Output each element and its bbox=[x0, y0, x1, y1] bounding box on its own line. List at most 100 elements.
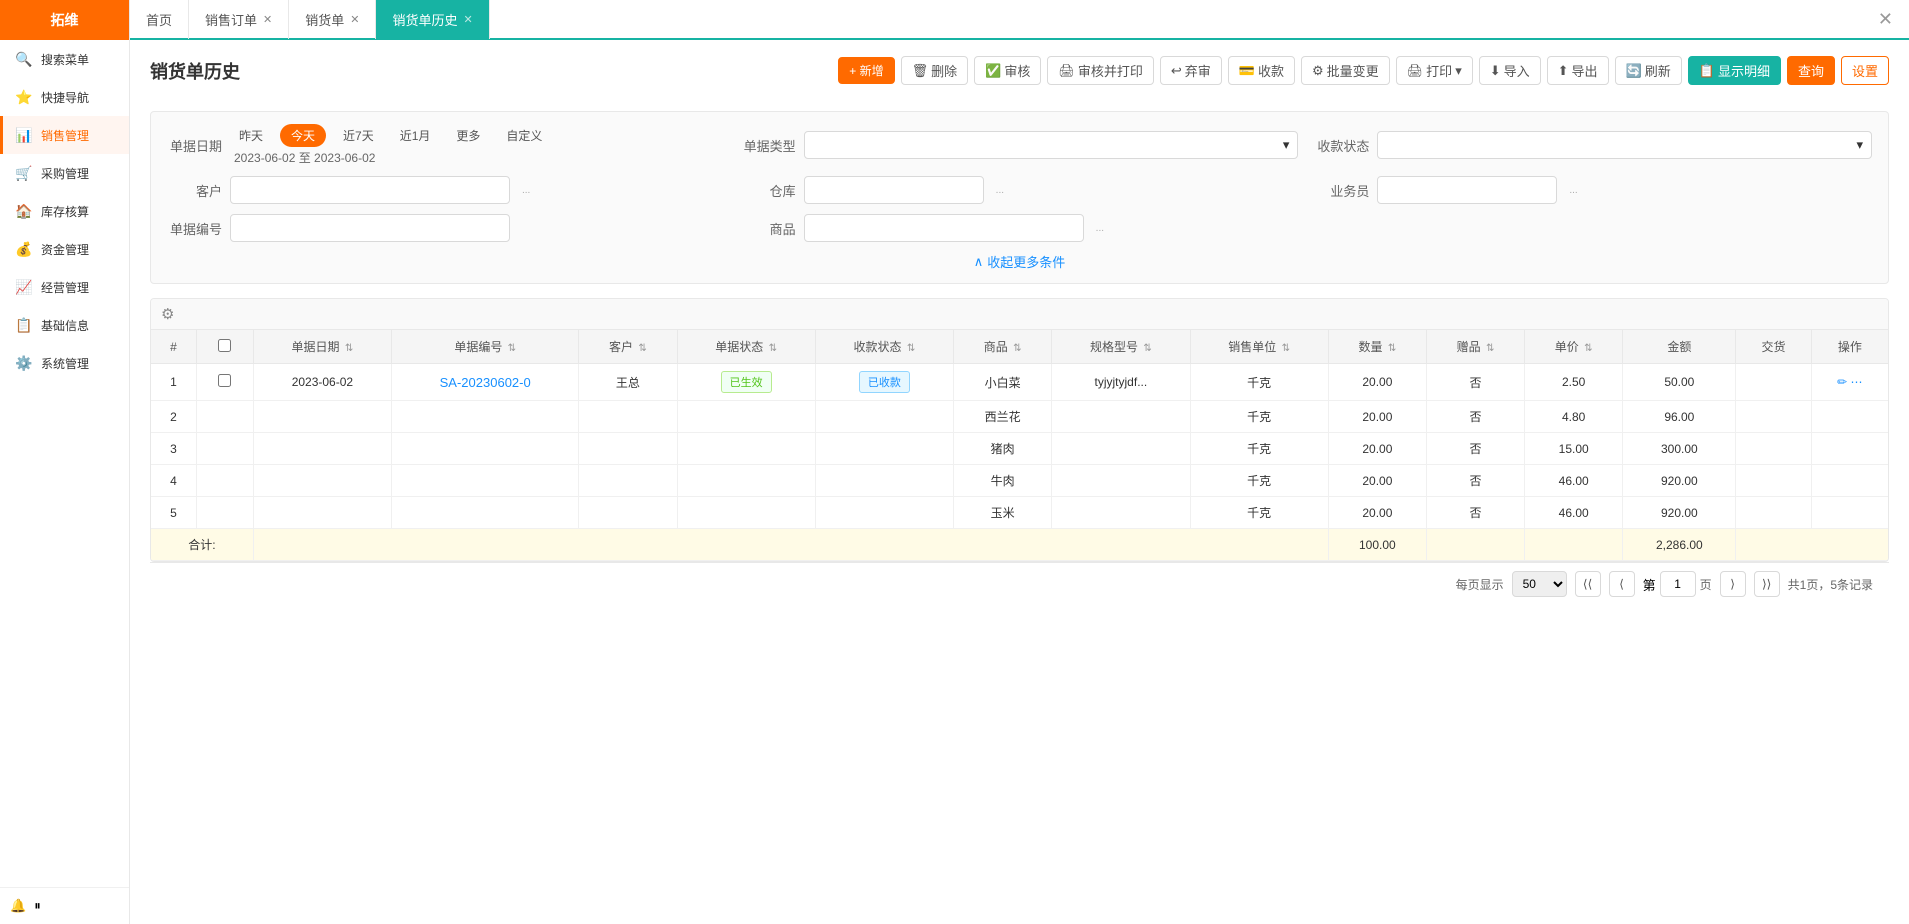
date-btn-7days[interactable]: 近7天 bbox=[334, 124, 383, 147]
pause-icon[interactable]: ⏸ bbox=[34, 898, 41, 914]
new-button[interactable]: + 新增 bbox=[838, 57, 894, 84]
sidebar-item-label: 资金管理 bbox=[41, 241, 89, 258]
tab-sales-order-close[interactable]: ✕ bbox=[263, 13, 272, 26]
tab-sales-order[interactable]: 销售订单 ✕ bbox=[189, 0, 289, 39]
sidebar: 拓维 🔍 搜索菜单 ⭐ 快捷导航 📊 销售管理 🛒 采购管理 🏠 库存核算 💰 … bbox=[0, 0, 130, 924]
date-btn-today[interactable]: 今天 bbox=[280, 124, 326, 147]
col-trade: 交货 bbox=[1736, 330, 1811, 364]
col-unit[interactable]: 销售单位 ⇅ bbox=[1190, 330, 1328, 364]
sidebar-item-search[interactable]: 🔍 搜索菜单 bbox=[0, 40, 129, 78]
cell-qty: 20.00 bbox=[1328, 401, 1426, 433]
staff-dots[interactable]: ... bbox=[1569, 185, 1577, 196]
delete-icon: 🗑 bbox=[912, 63, 929, 79]
staff-input[interactable] bbox=[1377, 176, 1557, 204]
tab-home[interactable]: 首页 bbox=[130, 0, 189, 39]
sidebar-item-finance[interactable]: 💰 资金管理 bbox=[0, 230, 129, 268]
settings-button[interactable]: 设置 bbox=[1841, 56, 1889, 85]
per-page-select[interactable]: 50 10 20 100 bbox=[1512, 571, 1567, 597]
notification-icon[interactable]: 🔔 bbox=[10, 898, 26, 914]
batch-change-button[interactable]: ⚙ 批量变更 bbox=[1301, 56, 1390, 85]
cell-doc-date bbox=[253, 401, 391, 433]
cart-icon: 🛒 bbox=[15, 164, 33, 182]
print-button[interactable]: 🖨 打印 ▾ bbox=[1396, 56, 1473, 85]
cell-checkbox bbox=[196, 364, 253, 401]
col-gift[interactable]: 赠品 ⇅ bbox=[1426, 330, 1524, 364]
abandon-icon: ↩ bbox=[1171, 63, 1182, 79]
cell-row-no: 3 bbox=[151, 433, 196, 465]
tab-sales-goods-close[interactable]: ✕ bbox=[350, 13, 359, 26]
page-input[interactable] bbox=[1660, 571, 1696, 597]
cell-unit: 千克 bbox=[1190, 364, 1328, 401]
col-doc-date[interactable]: 单据日期 ⇅ bbox=[253, 330, 391, 364]
sidebar-item-sales[interactable]: 📊 销售管理 bbox=[0, 116, 129, 154]
col-doc-status[interactable]: 单据状态 ⇅ bbox=[677, 330, 815, 364]
last-page-btn[interactable]: ⟩⟩ bbox=[1754, 571, 1780, 597]
collect-button[interactable]: 💳 收款 bbox=[1228, 56, 1295, 85]
display-button[interactable]: 📋 显示明细 bbox=[1688, 56, 1781, 85]
print-approve-button[interactable]: 🖨 审核并打印 bbox=[1047, 56, 1154, 85]
refresh-button[interactable]: 🔄 刷新 bbox=[1615, 56, 1682, 85]
sidebar-item-basic[interactable]: 📋 基础信息 bbox=[0, 306, 129, 344]
collapse-button[interactable]: ∧ 收起更多条件 bbox=[167, 252, 1872, 271]
tab-sales-history[interactable]: 销货单历史 ✕ bbox=[376, 0, 489, 39]
col-goods[interactable]: 商品 ⇅ bbox=[954, 330, 1052, 364]
export-button[interactable]: ⬆ 导出 bbox=[1547, 56, 1609, 85]
cell-qty: 20.00 bbox=[1328, 497, 1426, 529]
cell-pay-status: 已收款 bbox=[815, 364, 953, 401]
approve-button[interactable]: ✅ 审核 bbox=[974, 56, 1041, 85]
cell-trade bbox=[1736, 465, 1811, 497]
sidebar-item-operations[interactable]: 📈 经营管理 bbox=[0, 268, 129, 306]
doc-no-input[interactable] bbox=[230, 214, 510, 242]
sidebar-item-label: 采购管理 bbox=[41, 165, 89, 182]
goods-dots[interactable]: ... bbox=[1096, 223, 1104, 234]
col-price[interactable]: 单价 ⇅ bbox=[1525, 330, 1623, 364]
more-action[interactable]: ⋯ bbox=[1851, 375, 1863, 389]
col-qty[interactable]: 数量 ⇅ bbox=[1328, 330, 1426, 364]
sidebar-item-label: 基础信息 bbox=[41, 317, 89, 334]
customer-input[interactable] bbox=[230, 176, 510, 204]
sidebar-item-inventory[interactable]: 🏠 库存核算 bbox=[0, 192, 129, 230]
warehouse-dots[interactable]: ... bbox=[996, 185, 1004, 196]
warehouse-input[interactable] bbox=[804, 176, 984, 204]
abandon-button[interactable]: ↩ 弃审 bbox=[1160, 56, 1222, 85]
next-page-btn[interactable]: ⟩ bbox=[1720, 571, 1746, 597]
date-btn-yesterday[interactable]: 昨天 bbox=[230, 124, 272, 147]
tab-sales-goods[interactable]: 销货单 ✕ bbox=[289, 0, 376, 39]
cell-unit: 千克 bbox=[1190, 401, 1328, 433]
col-spec[interactable]: 规格型号 ⇅ bbox=[1052, 330, 1190, 364]
tab-sales-history-label: 销货单历史 bbox=[392, 10, 457, 29]
date-btn-custom[interactable]: 自定义 bbox=[497, 124, 551, 147]
first-page-btn[interactable]: ⟨⟨ bbox=[1575, 571, 1601, 597]
sidebar-item-quicknav[interactable]: ⭐ 快捷导航 bbox=[0, 78, 129, 116]
print-approve-icon: 🖨 bbox=[1058, 63, 1075, 79]
col-pay-status[interactable]: 收款状态 ⇅ bbox=[815, 330, 953, 364]
close-all-tabs[interactable]: ✕ bbox=[1878, 9, 1909, 30]
col-doc-no[interactable]: 单据编号 ⇅ bbox=[392, 330, 579, 364]
cell-qty: 20.00 bbox=[1328, 465, 1426, 497]
delete-button[interactable]: 🗑 删除 bbox=[901, 56, 969, 85]
import-button[interactable]: ⬇ 导入 bbox=[1479, 56, 1541, 85]
cell-unit: 千克 bbox=[1190, 497, 1328, 529]
query-button[interactable]: 查询 bbox=[1787, 56, 1835, 85]
doc-no-link[interactable]: SA-20230602-0 bbox=[440, 375, 531, 390]
select-all-checkbox[interactable] bbox=[218, 339, 231, 352]
goods-input[interactable] bbox=[804, 214, 1084, 242]
edit-action[interactable]: ✏ bbox=[1837, 375, 1847, 389]
sidebar-item-purchase[interactable]: 🛒 采购管理 bbox=[0, 154, 129, 192]
money-icon: 💰 bbox=[15, 240, 33, 258]
cell-doc-date bbox=[253, 465, 391, 497]
tab-sales-history-close[interactable]: ✕ bbox=[464, 13, 473, 26]
customer-dots[interactable]: ... bbox=[522, 185, 530, 196]
date-btn-more[interactable]: 更多 bbox=[447, 124, 489, 147]
col-customer[interactable]: 客户 ⇅ bbox=[579, 330, 677, 364]
cell-row-no: 4 bbox=[151, 465, 196, 497]
date-btn-1month[interactable]: 近1月 bbox=[391, 124, 440, 147]
prev-page-btn[interactable]: ⟨ bbox=[1609, 571, 1635, 597]
sidebar-item-system[interactable]: ⚙️ 系统管理 bbox=[0, 344, 129, 382]
row-checkbox[interactable] bbox=[218, 374, 231, 387]
summary-gift bbox=[1426, 529, 1524, 561]
collect-status-select[interactable]: ▾ bbox=[1377, 131, 1872, 159]
table-settings-icon[interactable]: ⚙ bbox=[161, 305, 174, 323]
cell-amount: 96.00 bbox=[1623, 401, 1736, 433]
doc-type-select[interactable]: ▾ bbox=[804, 131, 1299, 159]
